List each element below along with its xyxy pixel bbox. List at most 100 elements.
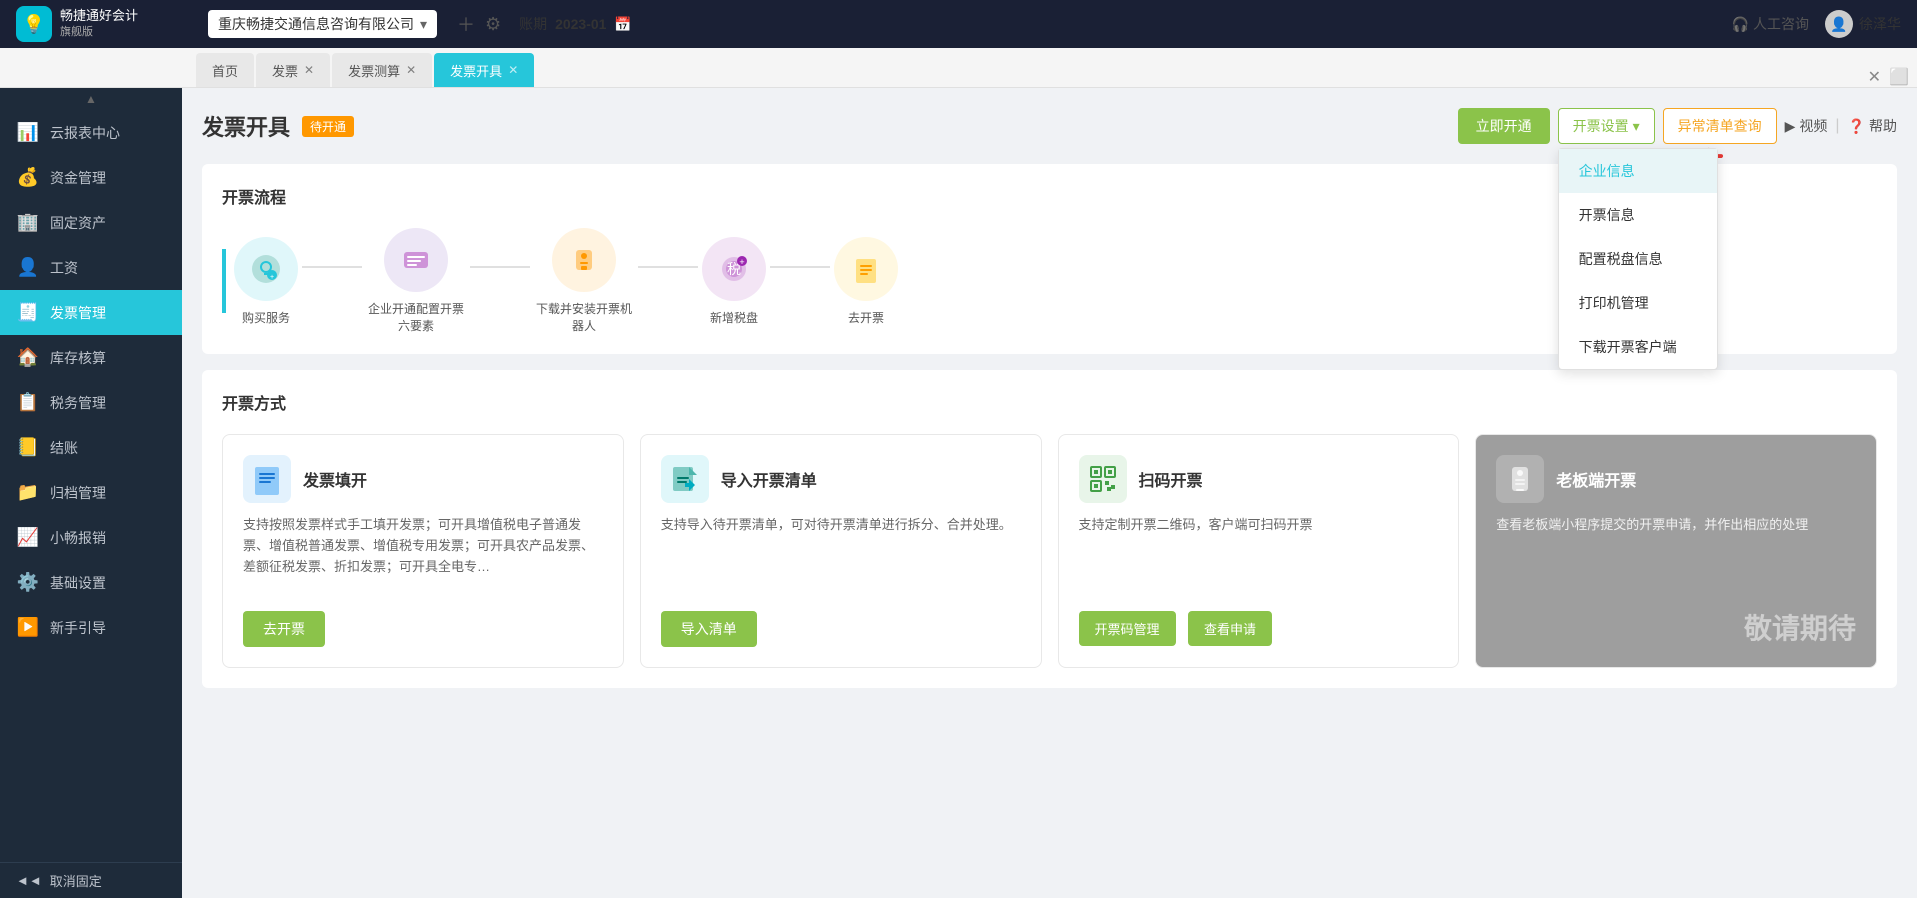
tab-invoice-calc[interactable]: 发票测算 ✕ (332, 53, 432, 87)
company-selector[interactable]: 重庆畅捷交通信息咨询有限公司 ▾ (208, 10, 437, 38)
assets-icon: 🏢 (16, 212, 40, 233)
tab-window-controls: ✕ ⬜ (1868, 67, 1917, 87)
salary-icon: 👤 (16, 257, 40, 278)
fill-invoice-desc: 支持按照发票样式手工填开发票；可开具增值税电子普通发票、增值税普通发票、增值税专… (243, 515, 603, 595)
inventory-icon: 🏠 (16, 347, 40, 368)
invoice-settings-button[interactable]: 开票设置 ▾ (1558, 108, 1655, 144)
calendar-icon: 📅 (614, 16, 631, 32)
user-name: 徐泽华 (1859, 14, 1901, 34)
page-header: 发票开具 待开通 立即开通 开票设置 ▾ 企业信息 (202, 108, 1897, 144)
step-circle-5 (834, 237, 898, 301)
app-edition: 旗舰版 (60, 25, 138, 39)
flow-step-4: 税+ 新增税盘 (702, 237, 766, 326)
period-label: 账期 2023-01 📅 (519, 14, 632, 34)
step-circle-4: 税+ (702, 237, 766, 301)
expense-icon: 📈 (16, 527, 40, 548)
method-card-boss: 老板端开票 查看老板端小程序提交的开票申请，并作出相应的处理 敬请期待 (1475, 434, 1877, 668)
fill-invoice-icon (243, 455, 291, 503)
dropdown-item-tax-config[interactable]: 配置税盘信息 (1559, 237, 1717, 281)
app-name: 畅捷通好会计 (60, 8, 138, 25)
svg-text:+: + (270, 274, 274, 281)
top-right: 🎧 人工咨询 👤 徐泽华 (1732, 10, 1901, 38)
step-label-2: 企业开通配置开票六要素 (366, 300, 466, 334)
settings-icon2: ⚙️ (16, 572, 40, 593)
scan-invoice-buttons: 开票码管理 查看申请 (1079, 611, 1439, 646)
sidebar-scroll-up[interactable]: ▲ (0, 88, 182, 110)
sidebar-item-reports[interactable]: 📊 云报表中心 (0, 110, 182, 155)
tab-bar: 首页 发票 ✕ 发票测算 ✕ 发票开具 ✕ ✕ ⬜ (0, 48, 1917, 88)
fill-invoice-button[interactable]: 去开票 (243, 611, 325, 647)
settings-icon[interactable]: ⚙ (485, 14, 501, 35)
sidebar-item-archive[interactable]: 📁 归档管理 (0, 470, 182, 515)
reports-icon: 📊 (16, 122, 40, 143)
logo-icon: 💡 (16, 6, 52, 42)
step-connector-2 (470, 266, 530, 268)
fill-invoice-title: 发票填开 (303, 467, 367, 491)
close-window-icon[interactable]: ✕ (1868, 67, 1881, 87)
sidebar-item-salary[interactable]: 👤 工资 (0, 245, 182, 290)
method-card-import: 导入开票清单 支持导入待开票清单，可对待开票清单进行拆分、合并处理。 导入清单 (640, 434, 1042, 668)
chevron-down-icon: ▾ (420, 16, 427, 33)
methods-section-title: 开票方式 (222, 390, 1877, 414)
sidebar-item-tax[interactable]: 📋 税务管理 (0, 380, 182, 425)
dropdown-item-download-client[interactable]: 下载开票客户端 (1559, 325, 1717, 369)
flow-step-5: 去开票 (834, 237, 898, 326)
user-area[interactable]: 👤 徐泽华 (1825, 10, 1901, 38)
add-button[interactable]: ＋ (457, 11, 475, 37)
funds-icon: 💰 (16, 167, 40, 188)
video-button[interactable]: ▶ 视频 (1785, 116, 1828, 136)
dropdown-item-company[interactable]: 企业信息 (1559, 149, 1717, 193)
maximize-icon[interactable]: ⬜ (1889, 67, 1909, 87)
sidebar-item-assets[interactable]: 🏢 固定资产 (0, 200, 182, 245)
tab-invoice-calc-close[interactable]: ✕ (406, 63, 416, 77)
sidebar-item-invoice[interactable]: 🧾 发票管理 (0, 290, 182, 335)
method-card-fill: 发票填开 支持按照发票样式手工填开发票；可开具增值税电子普通发票、增值税普通发票… (222, 434, 624, 668)
step-left-bar (222, 249, 226, 313)
activate-button[interactable]: 立即开通 (1458, 108, 1550, 144)
step-label-3: 下载并安装开票机器人 (534, 300, 634, 334)
question-icon: ❓ (1848, 118, 1865, 135)
archive-icon: 📁 (16, 482, 40, 503)
sidebar-item-checkout[interactable]: 📒 结账 (0, 425, 182, 470)
step-circle-2 (384, 228, 448, 292)
consult-button[interactable]: 🎧 人工咨询 (1732, 14, 1809, 34)
step-label-5: 去开票 (848, 309, 884, 326)
help-button[interactable]: ❓ 帮助 (1848, 116, 1897, 136)
tab-invoice-issue-close[interactable]: ✕ (508, 63, 518, 77)
sidebar-item-inventory[interactable]: 🏠 库存核算 (0, 335, 182, 380)
methods-grid: 发票填开 支持按照发票样式手工填开发票；可开具增值税电子普通发票、增值税普通发票… (222, 434, 1877, 668)
tab-invoice-label: 发票 (272, 61, 298, 80)
tax-icon: 📋 (16, 392, 40, 413)
tab-invoice-close[interactable]: ✕ (304, 63, 314, 77)
view-apply-button[interactable]: 查看申请 (1188, 611, 1272, 646)
flow-step-3: 下载并安装开票机器人 (534, 228, 634, 334)
header-actions: 立即开通 开票设置 ▾ 企业信息 开票信息 (1458, 108, 1897, 144)
tab-invoice-calc-label: 发票测算 (348, 61, 400, 80)
chevron-down-icon2: ▾ (1633, 118, 1640, 135)
import-invoice-button[interactable]: 导入清单 (661, 611, 757, 647)
sidebar-item-guide[interactable]: ▶️ 新手引导 (0, 605, 182, 650)
import-invoice-desc: 支持导入待开票清单，可对待开票清单进行拆分、合并处理。 (661, 515, 1021, 595)
logo-area: 💡 畅捷通好会计 旗舰版 (16, 6, 196, 42)
step-connector-4 (770, 266, 830, 268)
qr-manage-button[interactable]: 开票码管理 (1079, 611, 1176, 646)
avatar: 👤 (1825, 10, 1853, 38)
checkout-icon: 📒 (16, 437, 40, 458)
scan-invoice-desc: 支持定制开票二维码，客户端可扫码开票 (1079, 515, 1439, 595)
sidebar-item-settings[interactable]: ⚙️ 基础设置 (0, 560, 182, 605)
scan-invoice-title: 扫码开票 (1139, 467, 1203, 491)
sidebar-item-funds[interactable]: 💰 资金管理 (0, 155, 182, 200)
tab-invoice[interactable]: 发票 ✕ (256, 53, 330, 87)
status-badge: 待开通 (302, 116, 354, 137)
dropdown-item-invoice-info[interactable]: 开票信息 (1559, 193, 1717, 237)
sidebar-unpin-button[interactable]: ◄◄ 取消固定 (0, 862, 182, 898)
dropdown-item-printer[interactable]: 打印机管理 (1559, 281, 1717, 325)
guide-icon: ▶️ (16, 617, 40, 638)
headset-icon: 🎧 (1732, 16, 1749, 33)
method-card-scan: 扫码开票 支持定制开票二维码，客户端可扫码开票 开票码管理 查看申请 (1058, 434, 1460, 668)
tab-invoice-issue[interactable]: 发票开具 ✕ (434, 53, 534, 87)
step-circle-3 (552, 228, 616, 292)
tab-home[interactable]: 首页 (196, 53, 254, 87)
sidebar-item-expense[interactable]: 📈 小畅报销 (0, 515, 182, 560)
sidebar: ▲ 📊 云报表中心 💰 资金管理 🏢 固定资产 👤 工资 🧾 发票管理 🏠 库存… (0, 88, 182, 898)
